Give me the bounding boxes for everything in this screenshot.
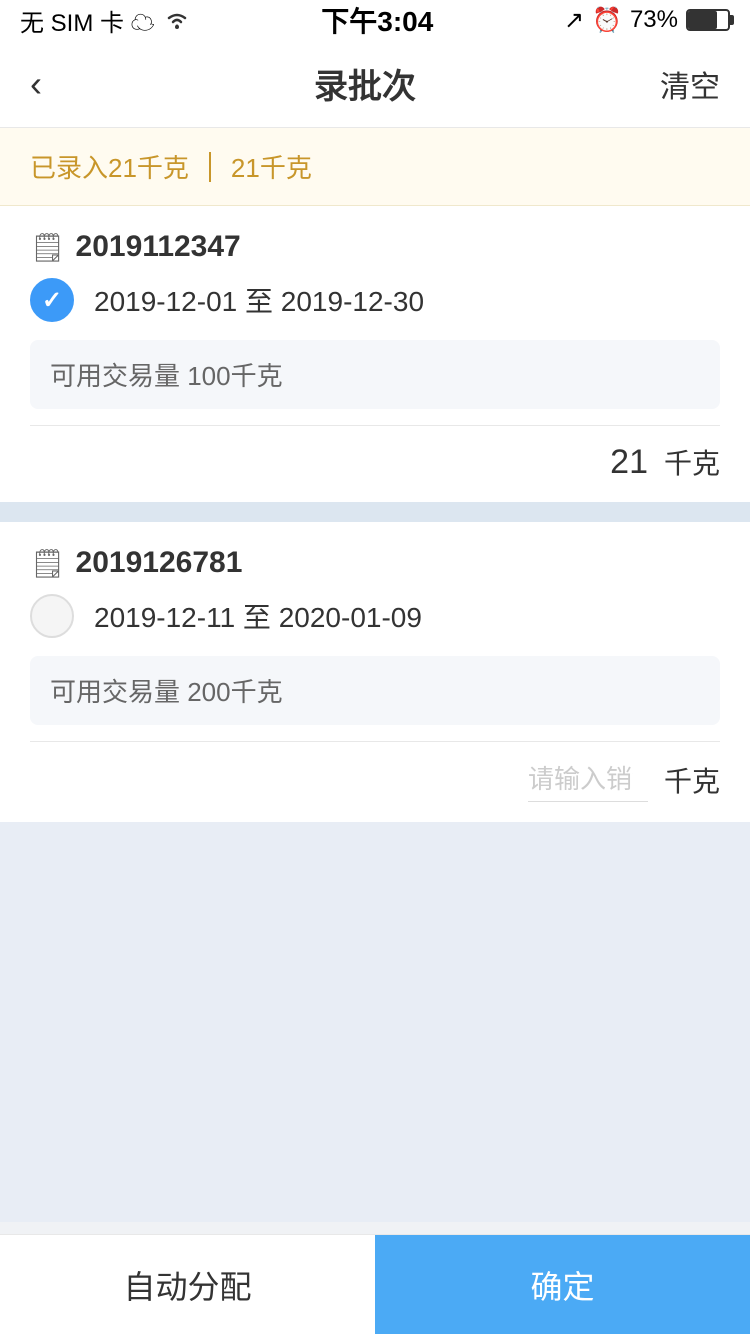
- sim-label: 无 SIM 卡 ☁: [20, 3, 155, 38]
- batch1-unit: 千克: [664, 442, 720, 482]
- batch2-header: 🗒 2019126781: [0, 522, 750, 588]
- batch2-avail: 可用交易量 200千克: [30, 656, 720, 725]
- status-left: 无 SIM 卡 ☁: [20, 3, 191, 38]
- wifi-icon: [163, 10, 191, 30]
- auto-distribute-button[interactable]: 自动分配: [0, 1235, 375, 1334]
- content-area: 已录入21千克 21千克 🗒 2019112347 ✓ 2019-12-01 至…: [0, 128, 750, 1322]
- batch2-row: 2019-12-11 至 2020-01-09: [0, 588, 750, 648]
- batch1-icon: 🗒: [30, 231, 66, 264]
- batch2-quantity-row: 千克: [0, 742, 750, 822]
- page-title: 录批次: [90, 59, 640, 108]
- status-time: 下午3:04: [321, 0, 433, 40]
- alarm-icon: ⏰: [592, 6, 622, 35]
- bottom-bar: 自动分配 确定: [0, 1234, 750, 1334]
- status-bar: 无 SIM 卡 ☁ 下午3:04 ↗ ⏰ 73%: [0, 0, 750, 40]
- batch1-row: ✓ 2019-12-01 至 2019-12-30: [0, 272, 750, 332]
- banner-amount: 21千克: [231, 148, 312, 185]
- batch1-checkmark: ✓: [42, 286, 62, 315]
- batch1-quantity: 21: [610, 443, 648, 482]
- location-icon: ↗: [564, 6, 584, 35]
- batch1-avail: 可用交易量 100千克: [30, 340, 720, 409]
- batch2-unit: 千克: [664, 760, 720, 800]
- info-banner: 已录入21千克 21千克: [0, 128, 750, 206]
- batch1-id: 2019112347: [76, 230, 241, 264]
- batch1-header: 🗒 2019112347: [0, 206, 750, 272]
- clear-button[interactable]: 清空: [640, 62, 720, 106]
- empty-area: [0, 822, 750, 1222]
- batch2-quantity-input[interactable]: [528, 758, 648, 802]
- back-button[interactable]: ‹: [30, 63, 90, 105]
- confirm-button[interactable]: 确定: [375, 1235, 750, 1334]
- section-divider: [0, 502, 750, 522]
- battery-icon: [686, 9, 730, 31]
- batch1-date: 2019-12-01 至 2019-12-30: [94, 280, 424, 320]
- status-right: ↗ ⏰ 73%: [564, 6, 730, 35]
- nav-bar: ‹ 录批次 清空: [0, 40, 750, 128]
- battery-percent: 73%: [630, 6, 678, 34]
- batch1-quantity-row: 21 千克: [0, 426, 750, 502]
- batch-item-1: 🗒 2019112347 ✓ 2019-12-01 至 2019-12-30 可…: [0, 206, 750, 502]
- batch2-date: 2019-12-11 至 2020-01-09: [94, 596, 422, 636]
- recorded-label: 已录入21千克: [30, 148, 189, 185]
- batch2-id: 2019126781: [76, 546, 243, 580]
- batch1-radio[interactable]: ✓: [30, 278, 74, 322]
- batch-item-2: 🗒 2019126781 2019-12-11 至 2020-01-09 可用交…: [0, 522, 750, 822]
- batch2-radio[interactable]: [30, 594, 74, 638]
- batch2-icon: 🗒: [30, 547, 66, 580]
- banner-divider: [209, 152, 211, 182]
